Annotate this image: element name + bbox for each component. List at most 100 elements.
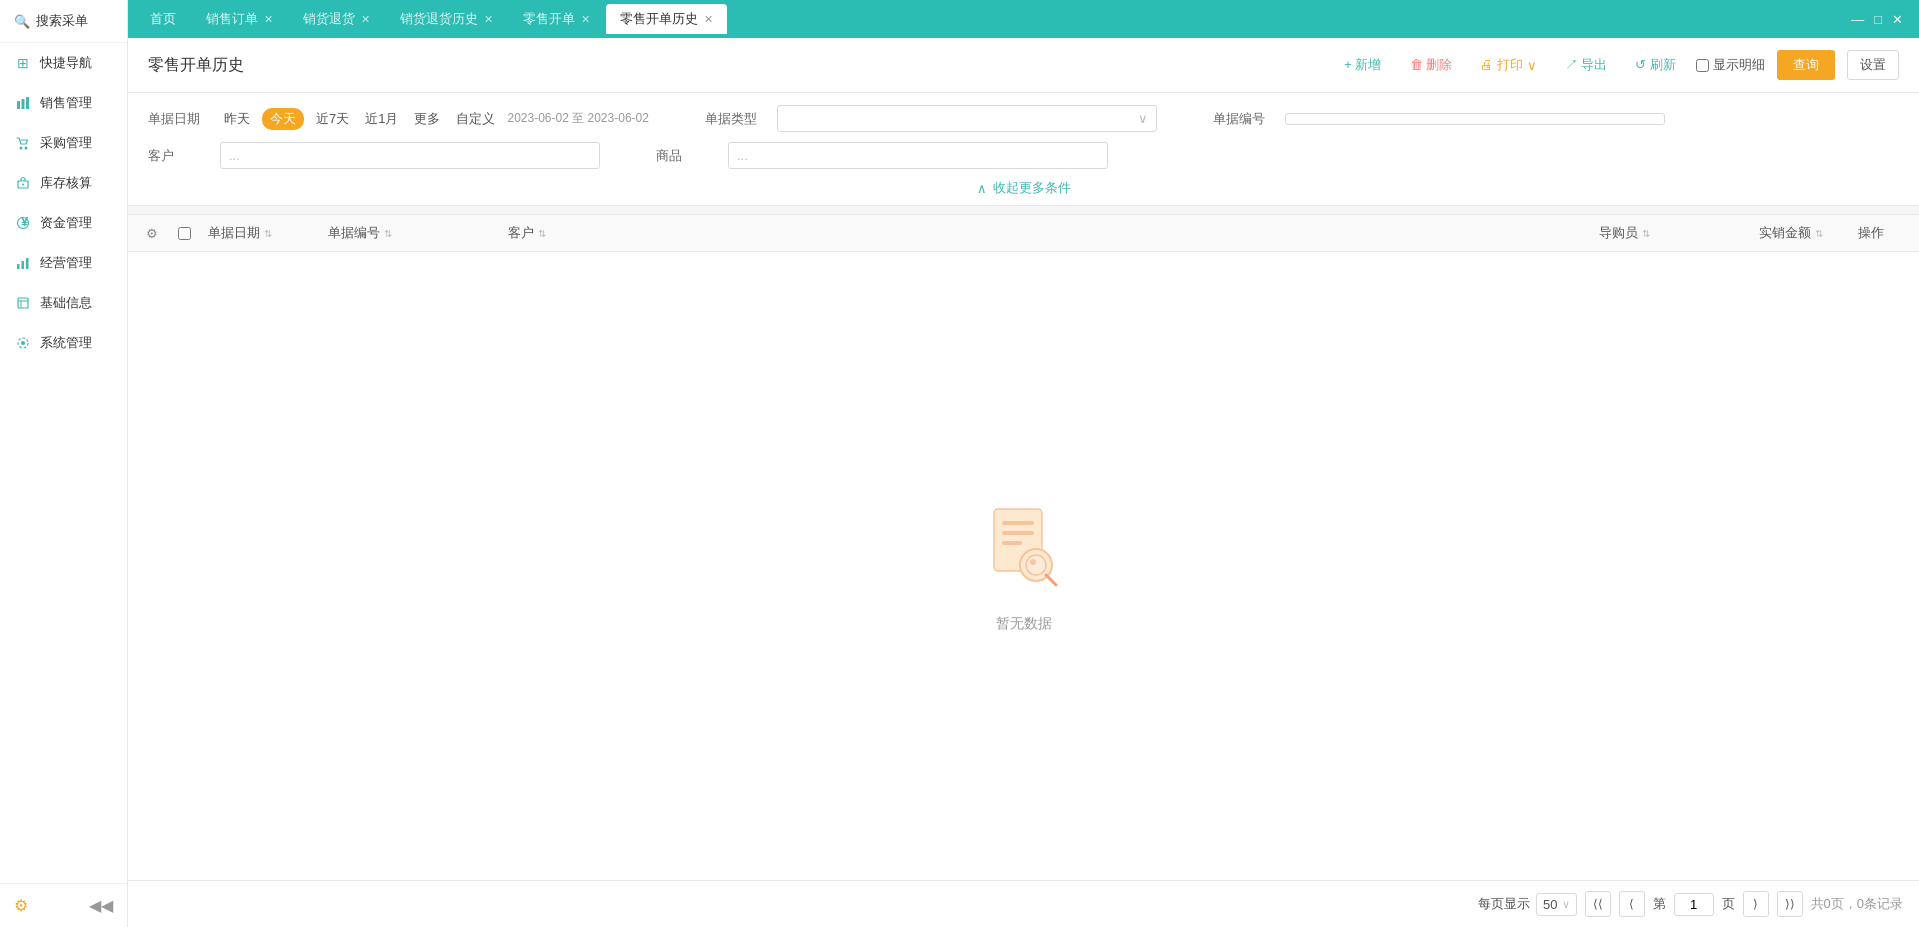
- last-page-btn[interactable]: ⟩⟩: [1777, 891, 1803, 917]
- number-filter-input[interactable]: [1285, 113, 1665, 125]
- tab-sales-order[interactable]: 销售订单 ✕: [192, 4, 287, 34]
- svg-point-3: [20, 147, 23, 150]
- th-amount-sort[interactable]: ⇅: [1815, 228, 1823, 239]
- date-opt-7days[interactable]: 近7天: [312, 108, 353, 130]
- date-options: 昨天 今天 近7天 近1月 更多 自定义 2023-06-02 至 2023-0…: [220, 108, 649, 130]
- tab-close-icon[interactable]: ✕: [361, 14, 370, 25]
- export-button[interactable]: ↗ 导出: [1557, 52, 1616, 78]
- page-number-input[interactable]: [1674, 893, 1714, 916]
- th-customer-sort[interactable]: ⇅: [538, 228, 546, 239]
- th-guide-sort[interactable]: ⇅: [1642, 228, 1650, 239]
- svg-rect-12: [18, 298, 28, 308]
- total-info: 共0页，0条记录: [1811, 895, 1903, 913]
- empty-icon: [974, 499, 1074, 599]
- page-title: 零售开单历史: [148, 55, 244, 76]
- customer-filter-input[interactable]: ...: [220, 142, 600, 169]
- sidebar-item-quick-nav[interactable]: ⊞ 快捷导航: [0, 43, 127, 83]
- query-button[interactable]: 查询: [1777, 50, 1835, 80]
- tab-home[interactable]: 首页: [136, 4, 190, 34]
- collapse-label: 收起更多条件: [993, 179, 1071, 197]
- print-button[interactable]: 🖨 打印 ∨: [1472, 52, 1545, 78]
- sidebar-item-inventory[interactable]: 库存核算: [0, 163, 127, 203]
- th-number-label: 单据编号: [328, 224, 380, 242]
- sidebar-item-finance[interactable]: ¥ 资金管理: [0, 203, 127, 243]
- date-filter-label: 单据日期: [148, 110, 204, 128]
- export-label: ↗ 导出: [1565, 56, 1608, 74]
- tab-bar: 首页 销售订单 ✕ 销货退货 ✕ 销货退货历史 ✕ 零售开单 ✕ 零售开单历史 …: [128, 0, 1919, 38]
- collapse-filter-btn[interactable]: ∧ 收起更多条件: [148, 179, 1899, 197]
- pagination: 每页显示 50 ∨ ⟨⟨ ⟨ 第 页 ⟩ ⟩⟩ 共0页，0条记录: [128, 880, 1919, 927]
- settings-icon[interactable]: ⚙: [14, 896, 28, 915]
- per-page-selector: 每页显示 50 ∨: [1478, 893, 1576, 916]
- prev-page-btn[interactable]: ⟨: [1619, 891, 1645, 917]
- display-detail-input[interactable]: [1696, 59, 1709, 72]
- per-page-arrow: ∨: [1562, 898, 1570, 911]
- th-customer-label: 客户: [508, 224, 534, 242]
- tab-close-icon[interactable]: ✕: [484, 14, 493, 25]
- empty-state: 暂无数据: [128, 252, 1919, 880]
- tab-close-icon[interactable]: ✕: [264, 14, 273, 25]
- th-date-sort[interactable]: ⇅: [264, 228, 272, 239]
- sidebar-search-label: 搜索采单: [36, 12, 88, 30]
- tab-retail-history-label: 零售开单历史: [620, 10, 698, 28]
- date-opt-today[interactable]: 今天: [262, 108, 304, 130]
- tab-close-icon[interactable]: ✕: [581, 14, 590, 25]
- date-opt-yesterday[interactable]: 昨天: [220, 108, 254, 130]
- page-label-pre: 第: [1653, 895, 1666, 913]
- sidebar-item-sales-mgmt[interactable]: 销售管理: [0, 83, 127, 123]
- purchase-mgmt-icon: [14, 134, 32, 152]
- next-page-btn[interactable]: ⟩: [1743, 891, 1769, 917]
- th-customer: 客户 ⇅: [500, 224, 1591, 242]
- date-opt-more[interactable]: 更多: [410, 108, 444, 130]
- first-page-btn[interactable]: ⟨⟨: [1585, 891, 1611, 917]
- close-btn[interactable]: ✕: [1892, 12, 1903, 27]
- per-page-label: 每页显示: [1478, 895, 1530, 913]
- svg-point-15: [21, 341, 25, 345]
- tab-retail-open[interactable]: 零售开单 ✕: [509, 4, 604, 34]
- sidebar-item-system[interactable]: 系统管理: [0, 323, 127, 363]
- collapse-sidebar-icon[interactable]: ◀◀: [89, 896, 113, 915]
- table-settings-icon[interactable]: ⚙: [136, 226, 168, 241]
- svg-point-4: [25, 147, 28, 150]
- sidebar-item-basics[interactable]: 基础信息: [0, 283, 127, 323]
- delete-label: 🗑 删除: [1410, 56, 1453, 74]
- table-select-all[interactable]: [168, 227, 200, 240]
- page-header: 零售开单历史 + 新增 🗑 删除 🖨 打印 ∨ ↗ 导出 ↺ 刷新: [128, 38, 1919, 93]
- select-all-input[interactable]: [178, 227, 191, 240]
- search-icon: 🔍: [14, 14, 30, 29]
- tab-home-label: 首页: [150, 10, 176, 28]
- tab-close-icon[interactable]: ✕: [704, 14, 713, 25]
- sidebar-item-purchase-mgmt[interactable]: 采购管理: [0, 123, 127, 163]
- th-number-sort[interactable]: ⇅: [384, 228, 392, 239]
- date-opt-custom[interactable]: 自定义: [452, 108, 499, 130]
- refresh-button[interactable]: ↺ 刷新: [1627, 52, 1684, 78]
- maximize-btn[interactable]: □: [1874, 12, 1882, 27]
- minimize-btn[interactable]: —: [1851, 12, 1864, 27]
- delete-button[interactable]: 🗑 删除: [1402, 52, 1461, 78]
- settings-button[interactable]: 设置: [1847, 50, 1899, 80]
- sidebar-item-label: 基础信息: [40, 294, 92, 312]
- customer-filter-label: 客户: [148, 147, 204, 165]
- display-detail-checkbox[interactable]: 显示明细: [1696, 56, 1765, 74]
- tab-sales-return[interactable]: 销货退货 ✕: [289, 4, 384, 34]
- toolbar: + 新增 🗑 删除 🖨 打印 ∨ ↗ 导出 ↺ 刷新 显示明细: [1336, 50, 1899, 80]
- goods-filter-input[interactable]: ...: [728, 142, 1108, 169]
- add-button[interactable]: + 新增: [1336, 52, 1389, 78]
- display-detail-label: 显示明细: [1713, 56, 1765, 74]
- tab-retail-history[interactable]: 零售开单历史 ✕: [606, 4, 727, 34]
- type-filter-arrow: ∨: [1138, 111, 1148, 126]
- per-page-select[interactable]: 50 ∨: [1536, 893, 1576, 916]
- sidebar-footer: ⚙ ◀◀: [0, 883, 127, 927]
- system-icon: [14, 334, 32, 352]
- table-header: ⚙ 单据日期 ⇅ 单据编号 ⇅ 客户 ⇅ 导购员 ⇅: [128, 214, 1919, 252]
- type-filter-select[interactable]: ∨: [777, 105, 1157, 132]
- tab-sales-return-history[interactable]: 销货退货历史 ✕: [386, 4, 507, 34]
- tab-sales-return-history-label: 销货退货历史: [400, 10, 478, 28]
- sidebar-item-operations[interactable]: 经营管理: [0, 243, 127, 283]
- add-label: + 新增: [1344, 56, 1381, 74]
- svg-rect-0: [17, 101, 20, 109]
- date-opt-1month[interactable]: 近1月: [361, 108, 402, 130]
- sidebar-search[interactable]: 🔍 搜索采单: [0, 0, 127, 43]
- tab-retail-open-label: 零售开单: [523, 10, 575, 28]
- basics-icon: [14, 294, 32, 312]
